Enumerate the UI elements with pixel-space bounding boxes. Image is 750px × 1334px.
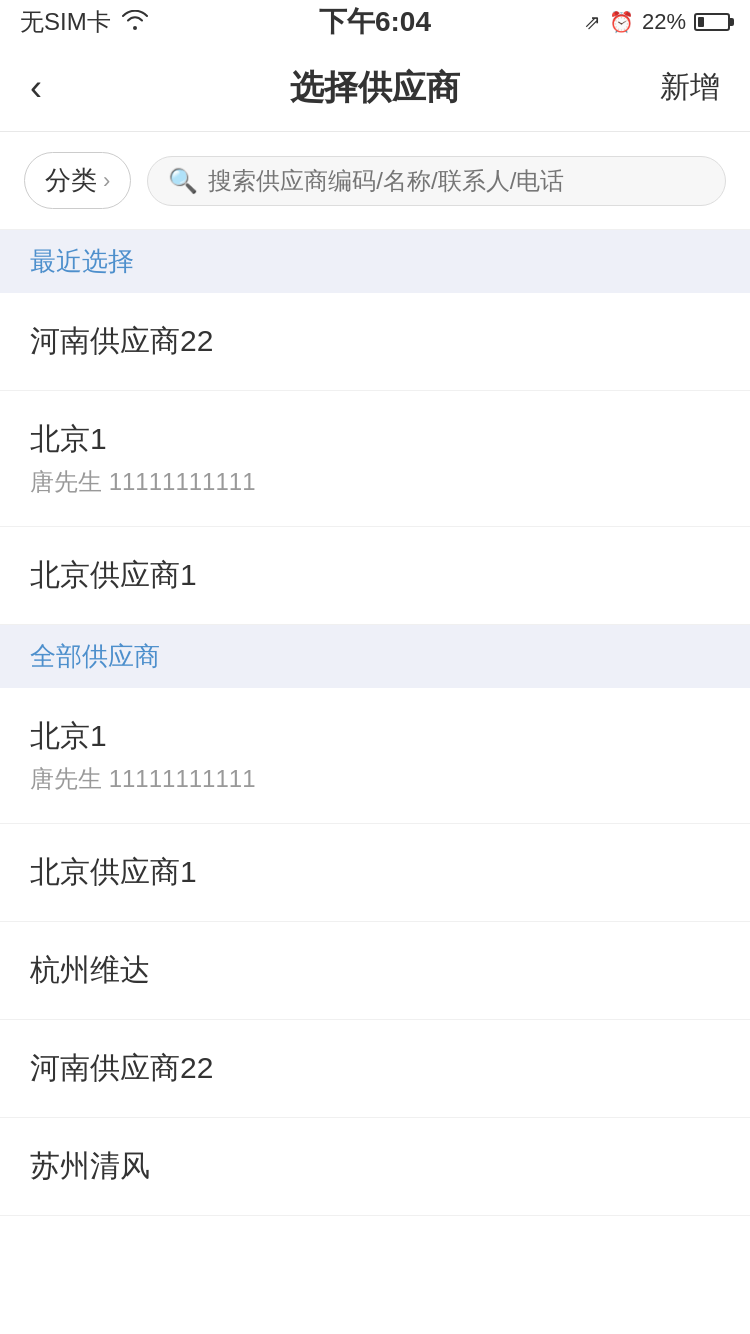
item-name: 北京1 [30, 716, 720, 757]
item-name: 苏州清风 [30, 1146, 720, 1187]
status-right: ⇗ ⏰ 22% [584, 9, 730, 35]
status-left: 无SIM卡 [20, 6, 149, 38]
item-name: 杭州维达 [30, 950, 720, 991]
status-bar: 无SIM卡 下午6:04 ⇗ ⏰ 22% [0, 0, 750, 44]
item-name: 北京供应商1 [30, 555, 720, 596]
item-name: 北京1 [30, 419, 720, 460]
list-item[interactable]: 河南供应商22 [0, 293, 750, 391]
location-icon: ⇗ [584, 10, 601, 34]
list-item[interactable]: 杭州维达 [0, 922, 750, 1020]
battery-fill [698, 17, 704, 27]
chevron-right-icon: › [103, 168, 110, 194]
list-item[interactable]: 北京1 唐先生 11111111111 [0, 391, 750, 527]
wifi-icon [121, 8, 149, 36]
search-box: 🔍 [147, 156, 726, 206]
item-sub: 唐先生 11111111111 [30, 763, 720, 795]
all-list: 北京1 唐先生 11111111111 北京供应商1 杭州维达河南供应商22 苏州清风 [0, 688, 750, 1216]
back-button[interactable]: ‹ [20, 57, 52, 119]
list-item[interactable]: 北京供应商1 [0, 824, 750, 922]
item-name: 河南供应商22 [30, 1048, 720, 1089]
category-label: 分类 [45, 163, 97, 198]
add-button[interactable]: 新增 [660, 67, 720, 108]
filter-row: 分类 › 🔍 [0, 132, 750, 230]
category-button[interactable]: 分类 › [24, 152, 131, 209]
search-input[interactable] [208, 167, 705, 195]
nav-bar: ‹ 选择供应商 新增 [0, 44, 750, 132]
alarm-icon: ⏰ [609, 10, 634, 34]
search-icon: 🔍 [168, 167, 198, 195]
battery-icon [694, 13, 730, 31]
battery-percent: 22% [642, 9, 686, 35]
recent-list: 河南供应商22 北京1 唐先生 11111111111 北京供应商1 [0, 293, 750, 625]
item-name: 北京供应商1 [30, 852, 720, 893]
item-name: 河南供应商22 [30, 321, 720, 362]
list-item[interactable]: 北京1 唐先生 11111111111 [0, 688, 750, 824]
carrier-label: 无SIM卡 [20, 6, 111, 38]
item-sub: 唐先生 11111111111 [30, 466, 720, 498]
list-item[interactable]: 苏州清风 [0, 1118, 750, 1216]
recent-section-header: 最近选择 [0, 230, 750, 293]
page-title: 选择供应商 [290, 65, 460, 111]
all-section-header: 全部供应商 [0, 625, 750, 688]
status-time: 下午6:04 [319, 3, 431, 41]
list-item[interactable]: 河南供应商22 [0, 1020, 750, 1118]
list-item[interactable]: 北京供应商1 [0, 527, 750, 625]
